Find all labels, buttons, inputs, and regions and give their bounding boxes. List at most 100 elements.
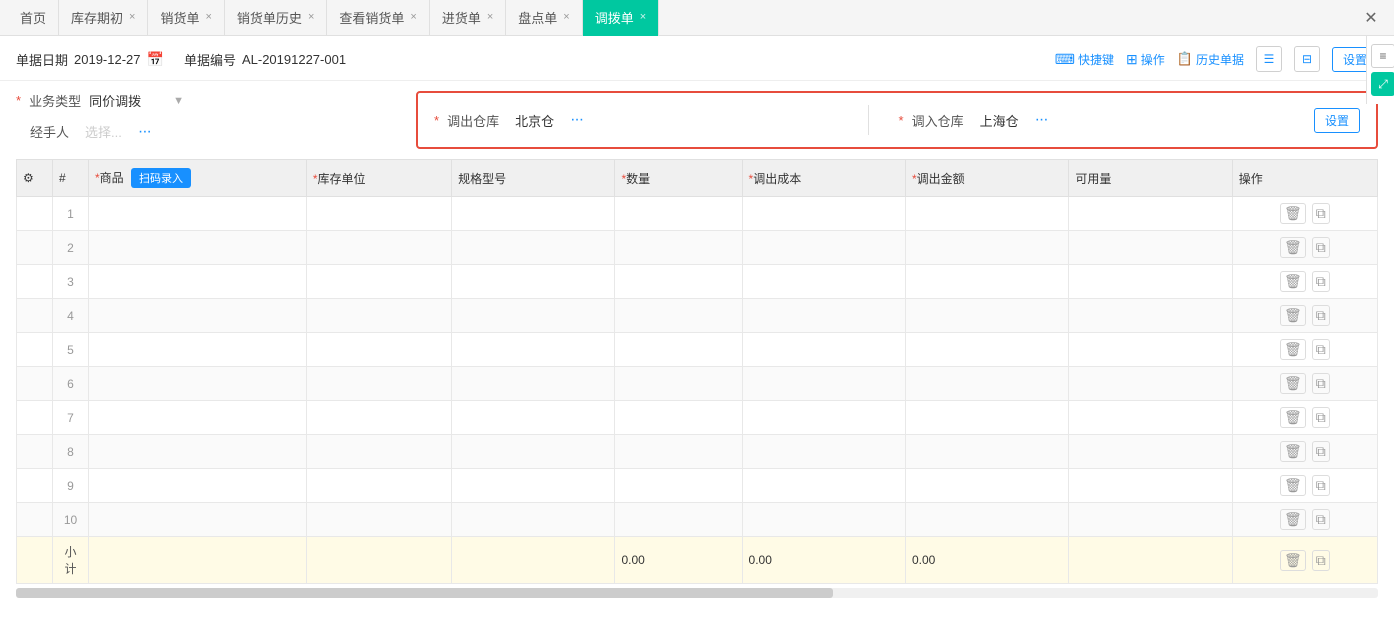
td-avail-5: [1069, 333, 1232, 367]
td-product-3[interactable]: [89, 265, 307, 299]
layout-list-icon: ☰: [1264, 52, 1275, 66]
td-cost-6: [742, 367, 905, 401]
delete-icon-4[interactable]: 🗑: [1280, 305, 1306, 326]
td-avail-8: [1069, 435, 1232, 469]
delete-icon-10[interactable]: 🗑: [1280, 509, 1306, 530]
td-qty-8[interactable]: [615, 435, 742, 469]
delete-icon-9[interactable]: 🗑: [1280, 475, 1306, 496]
copy-icon-6[interactable]: ⧉: [1312, 373, 1330, 394]
copy-icon-7[interactable]: ⧉: [1312, 407, 1330, 428]
handler-dots[interactable]: ···: [138, 123, 151, 141]
shortcuts-button[interactable]: ⌨ 快捷键: [1055, 51, 1114, 68]
td-qty-11: 0.00: [615, 537, 742, 584]
delete-icon-3[interactable]: 🗑: [1280, 271, 1306, 292]
layout-grid-button[interactable]: ⊟: [1294, 46, 1320, 72]
delete-icon-8[interactable]: 🗑: [1280, 441, 1306, 462]
transfer-in-dots[interactable]: ···: [1035, 111, 1048, 129]
td-product-8[interactable]: [89, 435, 307, 469]
shortcuts-icon: ⌨: [1055, 51, 1075, 68]
scan-button[interactable]: 扫码录入: [131, 168, 191, 188]
tab-inventory-init-close[interactable]: ×: [129, 12, 135, 23]
tab-stock-check[interactable]: 盘点单 ×: [506, 0, 582, 36]
th-op: 操作: [1232, 160, 1377, 197]
business-type-select[interactable]: 同价调拨 ▼: [89, 91, 184, 110]
th-product: *商品 扫码录入: [89, 160, 307, 197]
tab-sales-order[interactable]: 销货单 ×: [148, 0, 224, 36]
td-product-1[interactable]: [89, 197, 307, 231]
tab-transfer-order-close[interactable]: ×: [640, 12, 646, 23]
td-unit-10: [306, 503, 451, 537]
td-qty-3[interactable]: [615, 265, 742, 299]
tab-sales-order-close[interactable]: ×: [205, 12, 211, 23]
td-qty-9[interactable]: [615, 469, 742, 503]
tab-stock-check-close[interactable]: ×: [563, 12, 569, 23]
td-gear-9: [17, 469, 53, 503]
horizontal-scrollbar[interactable]: [16, 588, 1378, 598]
layout-list-button[interactable]: ☰: [1256, 46, 1282, 72]
delete-icon-1[interactable]: 🗑: [1280, 203, 1306, 224]
tab-purchase-order-label: 进货单: [442, 8, 481, 27]
td-qty-7[interactable]: [615, 401, 742, 435]
td-op-5: 🗑 ⧉: [1232, 333, 1377, 367]
tab-home[interactable]: 首页: [8, 0, 59, 36]
copy-icon-9[interactable]: ⧉: [1312, 475, 1330, 496]
td-num-1: 1: [53, 197, 89, 231]
td-amount-8: [905, 435, 1068, 469]
copy-icon-2[interactable]: ⧉: [1312, 237, 1330, 258]
td-qty-4[interactable]: [615, 299, 742, 333]
td-avail-7: [1069, 401, 1232, 435]
td-product-10[interactable]: [89, 503, 307, 537]
td-product-6[interactable]: [89, 367, 307, 401]
history-button[interactable]: 📋 历史单据: [1177, 51, 1244, 68]
sidebar-expand-btn[interactable]: ⤢: [1371, 72, 1394, 96]
delete-icon-11[interactable]: 🗑: [1280, 550, 1306, 571]
tab-sales-history[interactable]: 销货单历史 ×: [225, 0, 327, 36]
delete-icon-5[interactable]: 🗑: [1280, 339, 1306, 360]
sidebar-list-btn[interactable]: ≡: [1371, 44, 1394, 68]
unit-star: *: [313, 172, 318, 186]
td-qty-1[interactable]: [615, 197, 742, 231]
th-unit: *库存单位: [306, 160, 451, 197]
copy-icon-8[interactable]: ⧉: [1312, 441, 1330, 462]
tab-transfer-order[interactable]: 调拨单 ×: [583, 0, 659, 36]
td-product-2[interactable]: [89, 231, 307, 265]
tab-purchase-order-close[interactable]: ×: [487, 12, 493, 23]
td-product-5[interactable]: [89, 333, 307, 367]
handler-label: 经手人: [30, 122, 69, 141]
tab-inventory-init[interactable]: 库存期初 ×: [59, 0, 148, 36]
td-amount-3: [905, 265, 1068, 299]
tab-view-sales[interactable]: 查看销货单 ×: [327, 0, 429, 36]
td-qty-6[interactable]: [615, 367, 742, 401]
warehouse-settings-button[interactable]: 设置: [1314, 108, 1360, 133]
transfer-out-dots[interactable]: ···: [570, 111, 583, 129]
td-unit-4: [306, 299, 451, 333]
copy-icon-5[interactable]: ⧉: [1312, 339, 1330, 360]
tab-purchase-order[interactable]: 进货单 ×: [430, 0, 506, 36]
copy-icon-4[interactable]: ⧉: [1312, 305, 1330, 326]
td-product-7[interactable]: [89, 401, 307, 435]
scrollbar-thumb[interactable]: [16, 588, 833, 598]
td-cost-10: [742, 503, 905, 537]
delete-icon-7[interactable]: 🗑: [1280, 407, 1306, 428]
copy-icon-11[interactable]: ⧉: [1312, 550, 1330, 571]
td-product-4[interactable]: [89, 299, 307, 333]
td-qty-10[interactable]: [615, 503, 742, 537]
td-avail-10: [1069, 503, 1232, 537]
th-gear[interactable]: ⚙: [17, 160, 53, 197]
delete-icon-6[interactable]: 🗑: [1280, 373, 1306, 394]
operations-button[interactable]: ⊞ 操作: [1126, 51, 1165, 68]
window-close-button[interactable]: ✕: [1356, 3, 1386, 33]
tab-view-sales-close[interactable]: ×: [410, 12, 416, 23]
td-product-9[interactable]: [89, 469, 307, 503]
tab-sales-history-close[interactable]: ×: [308, 12, 314, 23]
td-unit-2: [306, 231, 451, 265]
copy-icon-10[interactable]: ⧉: [1312, 509, 1330, 530]
td-qty-2[interactable]: [615, 231, 742, 265]
delete-icon-2[interactable]: 🗑: [1280, 237, 1306, 258]
gear-icon: ⚙: [23, 171, 34, 185]
calendar-icon[interactable]: 📅: [147, 51, 164, 68]
copy-icon-3[interactable]: ⧉: [1312, 271, 1330, 292]
copy-icon-1[interactable]: ⧉: [1312, 203, 1330, 224]
handler-placeholder[interactable]: 选择...: [85, 122, 122, 141]
td-qty-5[interactable]: [615, 333, 742, 367]
